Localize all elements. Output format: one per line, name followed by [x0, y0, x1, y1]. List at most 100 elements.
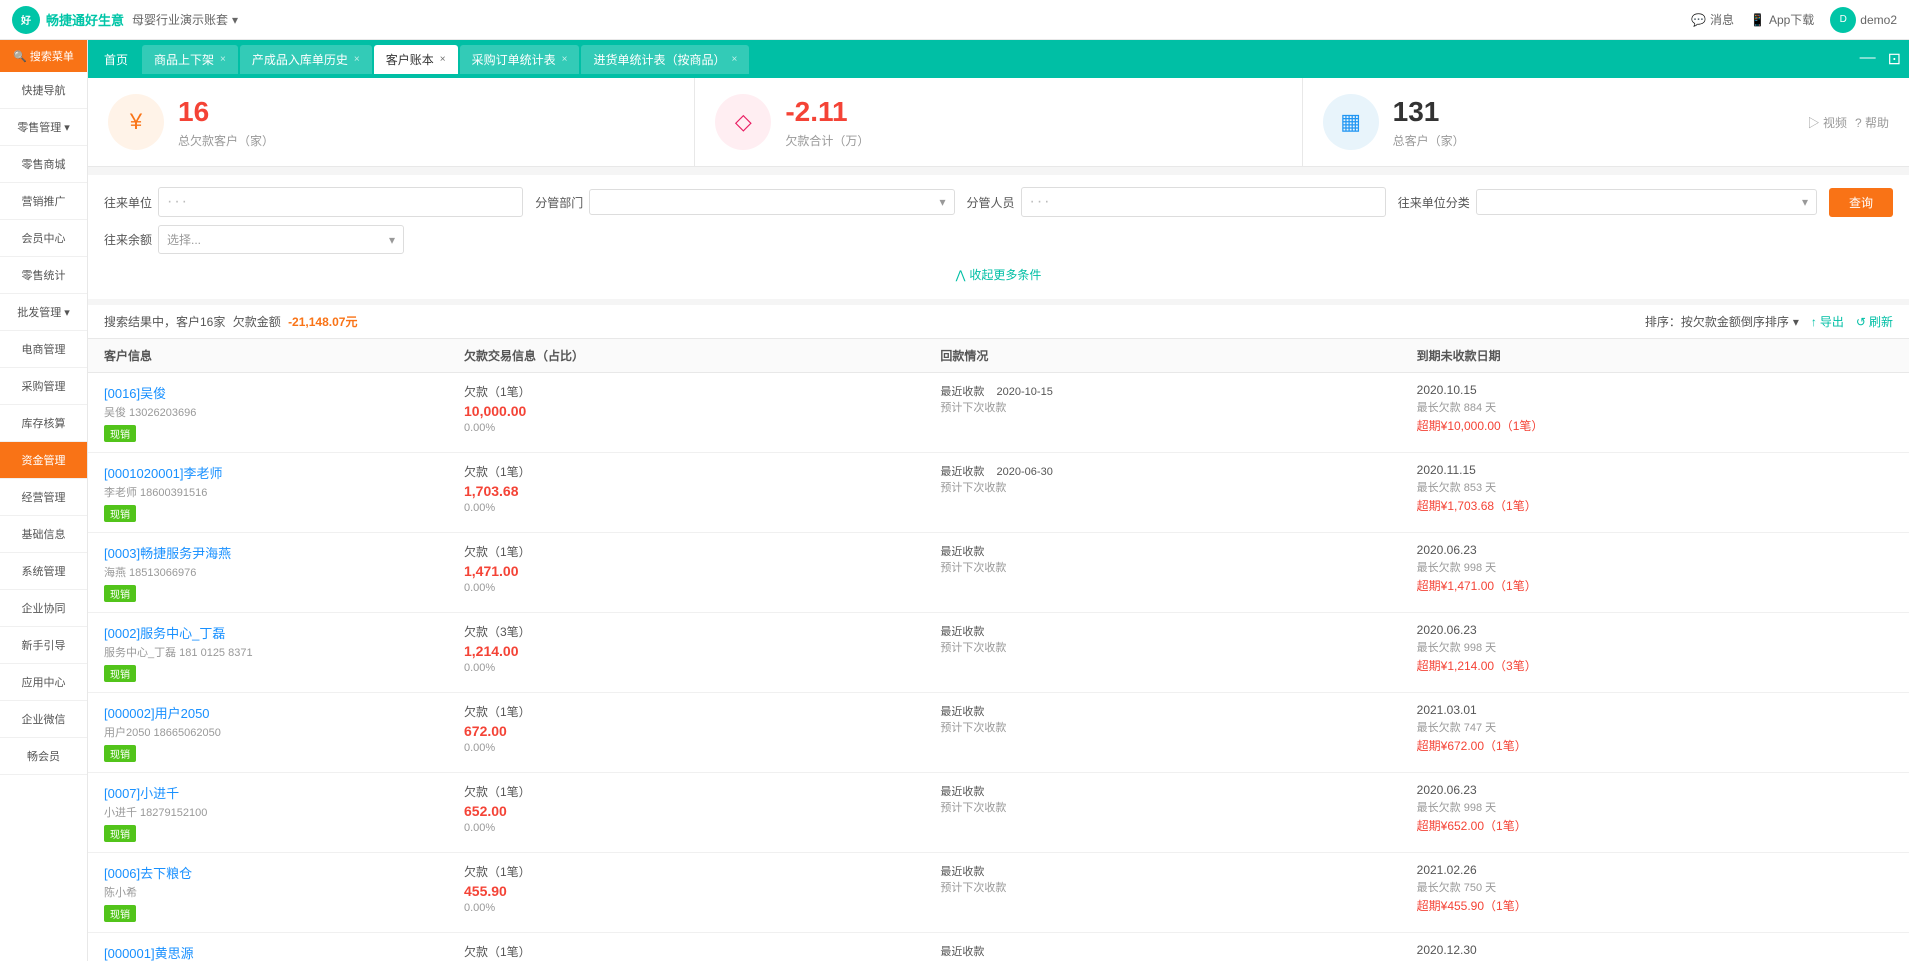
overdue-amount[interactable]: 超期¥10,000.00（1笔） — [1417, 417, 1893, 434]
debt-count: 欠款（1笔） — [464, 863, 940, 880]
tab-purchase-stats[interactable]: 进货单统计表（按商品） × — [581, 45, 749, 74]
overdue-cell: 2020.10.15 最长欠款 884 天 超期¥10,000.00（1笔） — [1417, 383, 1893, 434]
sidebar-item-retail-stats[interactable]: 零售统计 — [0, 257, 87, 294]
collapse-button[interactable]: ⋀ 收起更多条件 — [104, 262, 1893, 287]
debt-percent: 0.00% — [464, 502, 940, 514]
debt-percent: 0.00% — [464, 422, 940, 434]
refresh-button[interactable]: ↺ 刷新 — [1856, 313, 1893, 330]
tab-production-history[interactable]: 产成品入库单历史 × — [240, 45, 372, 74]
sidebar-item-finance[interactable]: 资金管理 — [0, 442, 87, 479]
customer-name[interactable]: [0001020001]李老师 — [104, 463, 464, 482]
sidebar-item-weixin[interactable]: 企业微信 — [0, 701, 87, 738]
category-select[interactable]: ▾ — [1476, 189, 1817, 215]
overdue-amount[interactable]: 超期¥455.90（1笔） — [1417, 897, 1893, 914]
supplier-input[interactable]: ··· — [158, 187, 523, 217]
overdue-amount[interactable]: 超期¥1,703.68（1笔） — [1417, 497, 1893, 514]
sidebar-item-system[interactable]: 系统管理 — [0, 553, 87, 590]
department-select[interactable]: ▾ — [589, 189, 954, 215]
filter-manager: 分管人员 ··· — [967, 187, 1386, 217]
customer-name[interactable]: [0016]吴俊 — [104, 383, 464, 402]
sidebar-label: 系统管理 — [22, 563, 66, 579]
tab-label: 客户账本 — [386, 51, 434, 68]
overdue-days: 最长欠款 998 天 — [1417, 559, 1893, 575]
phone-icon: 📱 — [1750, 13, 1765, 27]
sidebar-item-marketing[interactable]: 营销推广 — [0, 183, 87, 220]
sidebar-item-retail-mall[interactable]: 零售商城 — [0, 146, 87, 183]
filter-row-1: 往来单位 ··· 分管部门 ▾ 分管人员 — [104, 187, 1893, 217]
col-customer-info: 客户信息 — [104, 347, 464, 364]
customer-name[interactable]: [0006]去下粮仓 — [104, 863, 464, 882]
message-icon: 💬 — [1691, 13, 1706, 27]
overdue-date: 2020.12.30 — [1417, 943, 1893, 957]
close-icon[interactable]: × — [731, 54, 737, 65]
overdue-amount[interactable]: 超期¥672.00（1笔） — [1417, 737, 1893, 754]
collection-cell: 最近收款 预计下次收款 — [940, 623, 1416, 655]
customer-sub: 陈小希 — [104, 884, 464, 900]
customer-name[interactable]: [000002]用户2050 — [104, 703, 464, 722]
debt-percent: 0.00% — [464, 822, 940, 834]
refresh-label: 刷新 — [1869, 313, 1893, 330]
sidebar-item-basic-info[interactable]: 基础信息 — [0, 516, 87, 553]
manager-input[interactable]: ··· — [1021, 187, 1386, 217]
sidebar-item-ecommerce[interactable]: 电商管理 — [0, 331, 87, 368]
col-debt-info: 欠款交易信息（占比） — [464, 347, 940, 364]
sort-button[interactable]: 排序：按欠款金额倒序排序 ▾ — [1645, 313, 1799, 330]
user-menu[interactable]: D demo2 — [1830, 7, 1897, 33]
tab-products-off[interactable]: 商品上下架 × — [142, 45, 238, 74]
sidebar-item-operations[interactable]: 经营管理 — [0, 479, 87, 516]
search-button[interactable]: 查询 — [1829, 188, 1893, 217]
customer-name[interactable]: [0002]服务中心_丁磊 — [104, 623, 464, 642]
overdue-cell: 2021.03.01 最长欠款 747 天 超期¥672.00（1笔） — [1417, 703, 1893, 754]
app-download-btn[interactable]: 📱 App下载 — [1750, 11, 1814, 28]
tab-label: 进货单统计表（按商品） — [593, 51, 725, 68]
tab-expand-icon[interactable]: ⊡ — [1884, 49, 1905, 69]
overdue-days: 最长欠款 750 天 — [1417, 879, 1893, 895]
customer-name[interactable]: [0003]畅捷服务尹海燕 — [104, 543, 464, 562]
tab-collapse-icon[interactable]: — — [1856, 49, 1880, 69]
sidebar-label: 企业协同 — [22, 600, 66, 616]
balance-select[interactable]: 选择... ▾ — [158, 225, 404, 254]
top-bar-right: 💬 消息 📱 App下载 D demo2 — [1691, 7, 1897, 33]
video-btn[interactable]: ▷ 视频 — [1808, 114, 1847, 131]
tab-purchase-order[interactable]: 采购订单统计表 × — [460, 45, 580, 74]
sidebar-item-app-center[interactable]: 应用中心 — [0, 664, 87, 701]
customer-name[interactable]: [000001]黄思源 — [104, 943, 464, 961]
debt-cell: 欠款（1笔） 455.90 0.00% — [464, 863, 940, 914]
close-icon[interactable]: × — [440, 54, 446, 65]
sidebar-item-enterprise[interactable]: 企业协同 — [0, 590, 87, 627]
close-icon[interactable]: × — [562, 54, 568, 65]
table-row: [0003]畅捷服务尹海燕 海燕 18513066976 现销 欠款（1笔） 1… — [88, 533, 1909, 613]
username: demo2 — [1860, 13, 1897, 27]
close-icon[interactable]: × — [220, 54, 226, 65]
tab-customer-account[interactable]: 客户账本 × — [374, 45, 458, 74]
overdue-amount[interactable]: 超期¥652.00（1笔） — [1417, 817, 1893, 834]
close-icon[interactable]: × — [354, 54, 360, 65]
overdue-cell: 2020.12.30 最长欠款 808 天 超期¥429.00（1笔） — [1417, 943, 1893, 961]
overdue-days: 最长欠款 998 天 — [1417, 799, 1893, 815]
help-btn[interactable]: ? 帮助 — [1855, 114, 1889, 131]
overdue-amount[interactable]: 超期¥1,214.00（3笔） — [1417, 657, 1893, 674]
sidebar-item-guide[interactable]: 新手引导 — [0, 627, 87, 664]
overdue-amount[interactable]: 超期¥1,471.00（1笔） — [1417, 577, 1893, 594]
sidebar-item-member-pro[interactable]: 畅会员 — [0, 738, 87, 775]
message-btn[interactable]: 💬 消息 — [1691, 11, 1734, 28]
store-selector[interactable]: 母婴行业演示账套 ▾ — [132, 11, 238, 28]
sidebar-item-quick-nav[interactable]: 快捷导航 — [0, 72, 87, 109]
page-content: ¥ 16 总欠款客户（家） ◇ -2.11 欠款合计（万） ▦ — [88, 78, 1909, 961]
customer-tag: 现销 — [104, 505, 136, 522]
filter-balance: 往来余额 选择... ▾ — [104, 225, 404, 254]
sidebar-search[interactable]: 🔍 搜索菜单 — [0, 40, 87, 72]
customer-cell: [0016]吴俊 吴俊 13026203696 现销 — [104, 383, 464, 442]
sidebar-item-retail-mgmt[interactable]: 零售管理 ▾ — [0, 109, 87, 146]
sidebar-item-members[interactable]: 会员中心 — [0, 220, 87, 257]
tab-home[interactable]: 首页 — [92, 45, 140, 74]
export-button[interactable]: ↑ 导出 — [1811, 313, 1844, 330]
customer-name[interactable]: [0007]小进千 — [104, 783, 464, 802]
sidebar-item-inventory[interactable]: 库存核算 — [0, 405, 87, 442]
customer-cell: [0007]小进千 小进千 18279152100 现销 — [104, 783, 464, 842]
collection-cell: 最近收款 2020-10-15 预计下次收款 — [940, 383, 1416, 415]
customer-sub: 海燕 18513066976 — [104, 564, 464, 580]
sidebar-item-batch-mgmt[interactable]: 批发管理 ▾ — [0, 294, 87, 331]
sidebar-item-purchase-mgmt[interactable]: 采购管理 — [0, 368, 87, 405]
collapse-label: 收起更多条件 — [969, 266, 1041, 283]
